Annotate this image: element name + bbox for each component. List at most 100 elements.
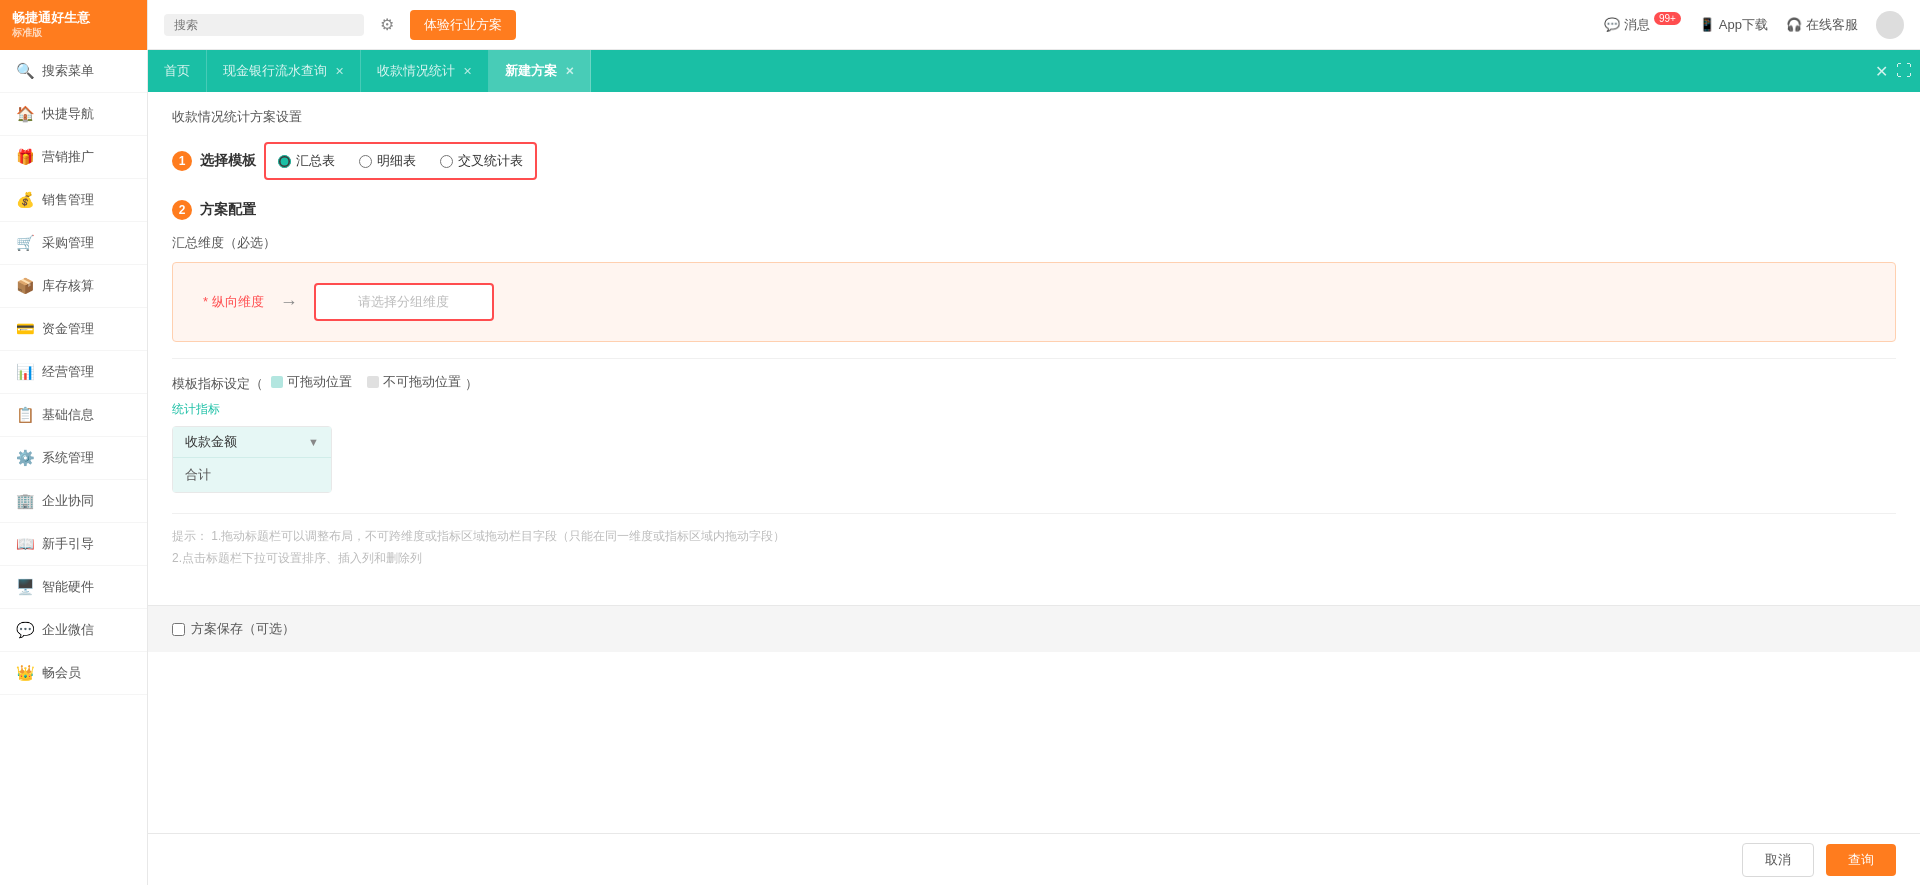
radio-detail[interactable]: 明细表: [359, 152, 416, 170]
download-item[interactable]: 📱 App下载: [1699, 16, 1768, 34]
sidebar-item-newbie[interactable]: 📖 新手引导: [0, 523, 147, 566]
tabbar: 首页 现金银行流水查询 ✕ 收款情况统计 ✕ 新建方案 ✕ ✕ ⛶: [148, 50, 1920, 92]
search-menu-icon: 🔍: [16, 62, 34, 80]
radio-cross-label: 交叉统计表: [458, 152, 523, 170]
template-radio-group: 汇总表 明细表 交叉统计表: [264, 142, 537, 180]
tips-line2: 2.点击标题栏下拉可设置排序、插入列和删除列: [172, 548, 1896, 570]
sidebar-item-marketing[interactable]: 🎁 营销推广: [0, 136, 147, 179]
tab-cashflow-label: 现金银行流水查询: [223, 62, 327, 80]
message-item[interactable]: 💬 消息 99+: [1604, 16, 1681, 34]
marketing-icon: 🎁: [16, 148, 34, 166]
sidebar-item-operations[interactable]: 📊 经营管理: [0, 351, 147, 394]
purchase-icon: 🛒: [16, 234, 34, 252]
sidebar-item-system[interactable]: ⚙️ 系统管理: [0, 437, 147, 480]
sidebar-item-basic-info[interactable]: 📋 基础信息: [0, 394, 147, 437]
tab-collection-stats[interactable]: 收款情况统计 ✕: [361, 50, 489, 92]
maximize-icon[interactable]: ⛶: [1896, 62, 1912, 80]
sidebar-item-inventory[interactable]: 📦 库存核算: [0, 265, 147, 308]
radio-summary[interactable]: 汇总表: [278, 152, 335, 170]
radio-summary-input[interactable]: [278, 155, 291, 168]
sidebar-item-label: 快捷导航: [42, 105, 94, 123]
vertical-dimension-row: * 纵向维度 → 请选择分组维度: [172, 262, 1896, 342]
sidebar-item-label: 智能硬件: [42, 578, 94, 596]
tab-new-plan-close[interactable]: ✕: [565, 65, 574, 78]
message-icon: 💬: [1604, 17, 1620, 32]
user-avatar[interactable]: [1876, 11, 1904, 39]
radio-detail-label: 明细表: [377, 152, 416, 170]
smart-hw-icon: 🖥️: [16, 578, 34, 596]
sidebar-item-purchase[interactable]: 🛒 采购管理: [0, 222, 147, 265]
service-icon: 🎧: [1786, 17, 1802, 32]
quick-nav-icon: 🏠: [16, 105, 34, 123]
service-item[interactable]: 🎧 在线客服: [1786, 16, 1858, 34]
tips-section: 提示： 1.拖动标题栏可以调整布局，不可跨维度或指标区域拖动栏目字段（只能在同一…: [172, 513, 1896, 569]
wechat-icon: 💬: [16, 621, 34, 639]
sidebar-item-enterprise[interactable]: 🏢 企业协同: [0, 480, 147, 523]
sidebar-item-label: 基础信息: [42, 406, 94, 424]
radio-summary-label: 汇总表: [296, 152, 335, 170]
close-window-icon[interactable]: ✕: [1875, 62, 1888, 81]
download-label: App下载: [1719, 16, 1768, 34]
radio-detail-input[interactable]: [359, 155, 372, 168]
tab-new-plan-label: 新建方案: [505, 62, 557, 80]
save-checkbox[interactable]: [172, 623, 185, 636]
system-icon: ⚙️: [16, 449, 34, 467]
message-label: 消息: [1624, 16, 1650, 34]
save-label[interactable]: 方案保存（可选）: [191, 620, 295, 638]
tab-cashflow[interactable]: 现金银行流水查询 ✕: [207, 50, 361, 92]
sidebar-item-label: 企业协同: [42, 492, 94, 510]
cancel-button[interactable]: 取消: [1742, 843, 1814, 877]
radio-cross[interactable]: 交叉统计表: [440, 152, 523, 170]
dimension-select[interactable]: 请选择分组维度: [314, 283, 494, 321]
sidebar-item-label: 库存核算: [42, 277, 94, 295]
tab-home-label: 首页: [164, 62, 190, 80]
dimension-select-placeholder: 请选择分组维度: [358, 293, 449, 311]
sidebar: 畅捷通好生意 标准版 🔍 搜索菜单 🏠 快捷导航 🎁 营销推广 💰 销售管理 🛒…: [0, 0, 148, 885]
tab-home[interactable]: 首页: [148, 50, 207, 92]
topbar-right: 💬 消息 99+ 📱 App下载 🎧 在线客服: [1604, 11, 1904, 39]
vertical-label: * 纵向维度: [203, 293, 264, 311]
settings-icon[interactable]: ⚙: [380, 15, 394, 34]
topbar: ⚙ 体验行业方案 💬 消息 99+ 📱 App下载 🎧 在线客服: [148, 0, 1920, 50]
tab-collection-stats-label: 收款情况统计: [377, 62, 455, 80]
download-icon: 📱: [1699, 17, 1715, 32]
chevron-down-icon: ▼: [308, 436, 319, 448]
content-inner: 收款情况统计方案设置 1 选择模板 汇总表 明细表: [148, 92, 1920, 605]
dimension-section: 汇总维度（必选） * 纵向维度 → 请选择分组维度: [172, 234, 1896, 569]
basic-info-icon: 📋: [16, 406, 34, 424]
sidebar-item-capital[interactable]: 💳 资金管理: [0, 308, 147, 351]
query-button[interactable]: 查询: [1826, 844, 1896, 876]
metrics-divider: [172, 358, 1896, 359]
enterprise-icon: 🏢: [16, 492, 34, 510]
dimension-arrow: →: [280, 292, 298, 313]
page-title: 收款情况统计方案设置: [172, 108, 1896, 126]
sidebar-item-wechat[interactable]: 💬 企业微信: [0, 609, 147, 652]
member-icon: 👑: [16, 664, 34, 682]
sidebar-item-label: 畅会员: [42, 664, 81, 682]
metrics-config: 模板指标设定（ 可拖动位置 不可拖动位置 ） 统计指标: [172, 373, 1896, 493]
inventory-icon: 📦: [16, 277, 34, 295]
sidebar-item-label: 企业微信: [42, 621, 94, 639]
step1-header: 1 选择模板 汇总表 明细表: [172, 142, 1896, 180]
tab-new-plan[interactable]: 新建方案 ✕: [489, 50, 591, 92]
tab-collection-stats-close[interactable]: ✕: [463, 65, 472, 78]
service-label: 在线客服: [1806, 16, 1858, 34]
sidebar-item-sales[interactable]: 💰 销售管理: [0, 179, 147, 222]
metrics-table: 收款金额 ▼ 合计: [172, 426, 332, 493]
sidebar-item-search-menu[interactable]: 🔍 搜索菜单: [0, 50, 147, 93]
sidebar-item-label: 资金管理: [42, 320, 94, 338]
sidebar-item-quick-nav[interactable]: 🏠 快捷导航: [0, 93, 147, 136]
sidebar-logo: 畅捷通好生意 标准版: [0, 0, 147, 50]
trial-button[interactable]: 体验行业方案: [410, 10, 516, 40]
tabbar-actions: ✕ ⛶: [1867, 50, 1920, 92]
dimension-section-title: 汇总维度（必选）: [172, 234, 1896, 252]
sidebar-item-smart-hw[interactable]: 🖥️ 智能硬件: [0, 566, 147, 609]
metrics-header[interactable]: 收款金额 ▼: [173, 427, 331, 458]
draggable-icon: [271, 376, 283, 388]
step2-title: 方案配置: [200, 201, 256, 219]
newbie-icon: 📖: [16, 535, 34, 553]
sidebar-item-member[interactable]: 👑 畅会员: [0, 652, 147, 695]
search-input[interactable]: [164, 14, 364, 36]
radio-cross-input[interactable]: [440, 155, 453, 168]
tab-cashflow-close[interactable]: ✕: [335, 65, 344, 78]
